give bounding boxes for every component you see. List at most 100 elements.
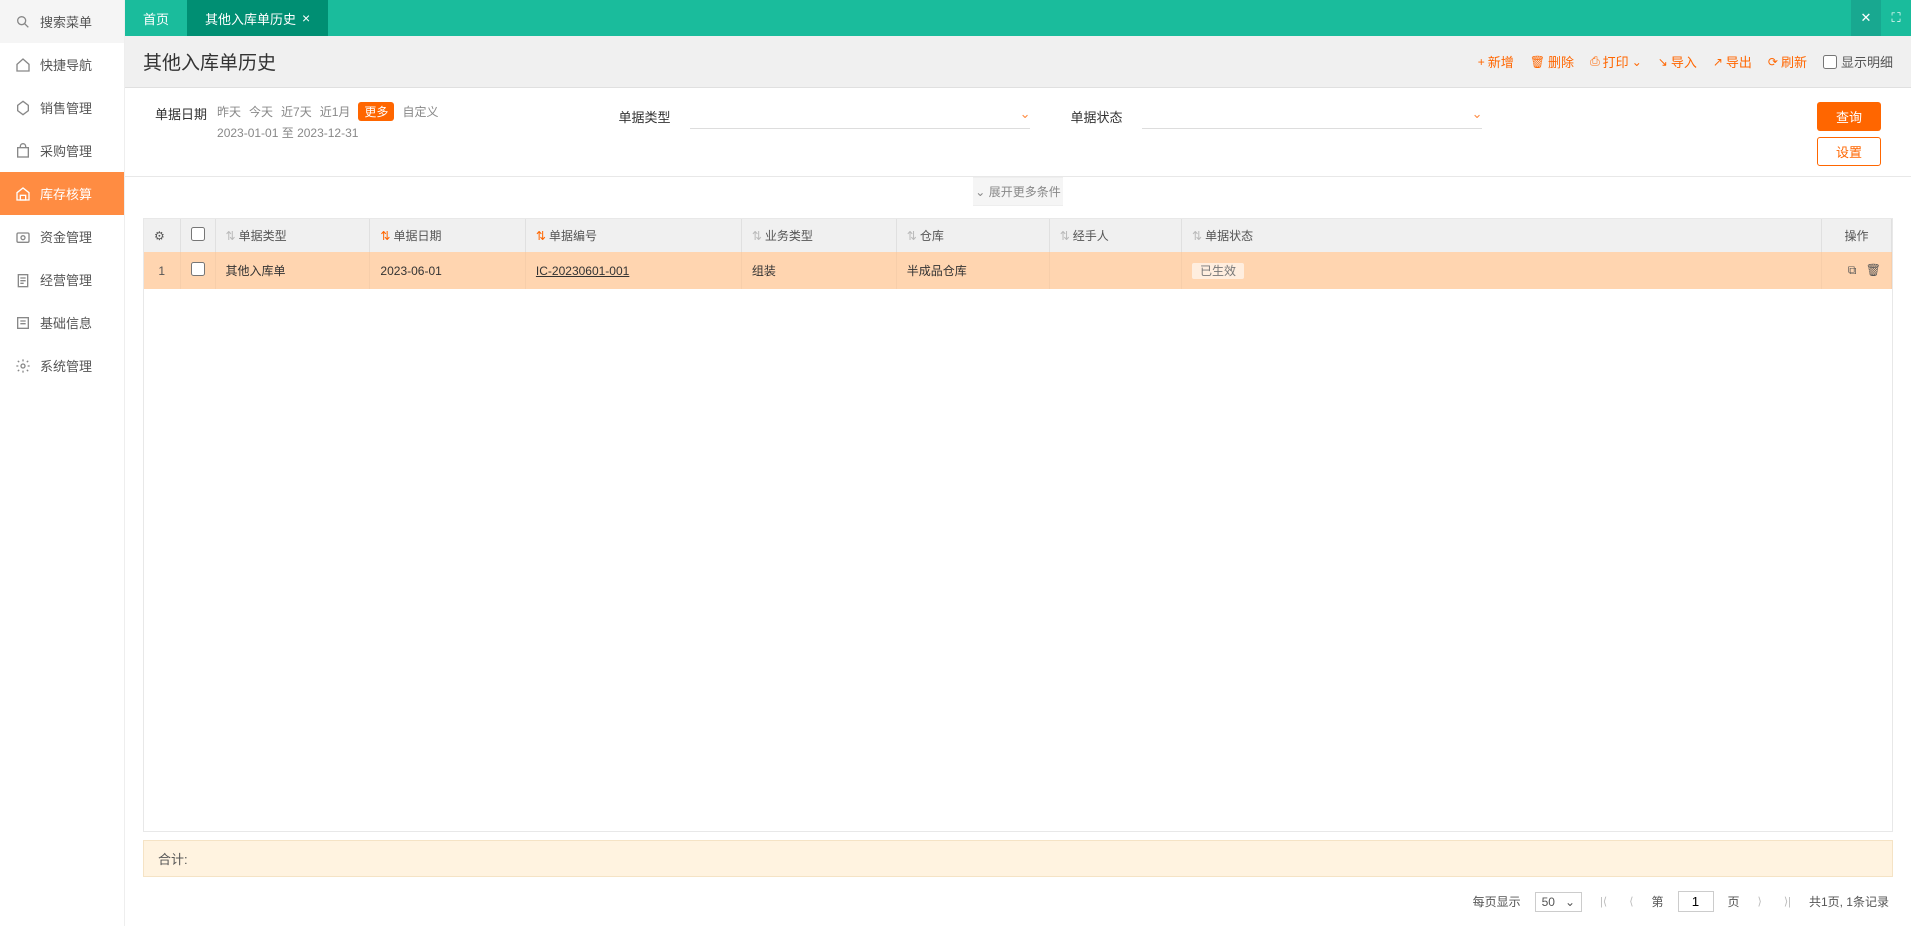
col-doc-no[interactable]: ⇅单据编号 <box>525 219 741 252</box>
home-icon <box>14 56 32 74</box>
chevron-down-icon: ⌄ <box>1020 106 1031 122</box>
page-header: 其他入库单历史 +新增 🗑删除 ⎙打印 ⌄ ↘导入 ↗导出 ⟳刷新 显示明细 <box>125 36 1911 88</box>
sidebar-item-system[interactable]: 系统管理 <box>0 344 124 387</box>
sidebar-item-label: 搜索菜单 <box>40 12 92 31</box>
fullscreen-button[interactable]: ⛶ <box>1881 0 1911 36</box>
bag-icon <box>14 142 32 160</box>
next-page-button[interactable]: ⟩ <box>1754 893 1766 910</box>
date-range-text: 2023-01-01 至 2023-12-31 <box>217 124 438 141</box>
pagination-total: 共1页, 1条记录 <box>1809 893 1889 910</box>
status-badge: 已生效 <box>1192 263 1244 279</box>
query-button[interactable]: 查询 <box>1817 102 1881 131</box>
sidebar-item-label: 销售管理 <box>40 98 92 117</box>
date-last-month[interactable]: 近1月 <box>320 103 351 120</box>
sidebar-item-finance[interactable]: 资金管理 <box>0 215 124 258</box>
sidebar-item-inventory[interactable]: 库存核算 <box>0 172 124 215</box>
date-today[interactable]: 今天 <box>249 103 273 120</box>
col-status[interactable]: ⇅单据状态 <box>1182 219 1822 252</box>
date-last7[interactable]: 近7天 <box>281 103 312 120</box>
sidebar-item-sales[interactable]: 销售管理 <box>0 86 124 129</box>
search-icon <box>14 13 32 31</box>
doc-type-dropdown[interactable]: ⌄ <box>690 102 1030 129</box>
sort-icon: ⇅ <box>752 232 762 240</box>
row-checkbox[interactable] <box>191 262 205 276</box>
col-type[interactable]: ⇅单据类型 <box>215 219 370 252</box>
tab-home[interactable]: 首页 <box>125 0 187 36</box>
close-panel-button[interactable]: ✕ <box>1851 0 1881 36</box>
sidebar-item-basic[interactable]: 基础信息 <box>0 301 124 344</box>
tag-icon <box>14 99 32 117</box>
info-icon <box>14 314 32 332</box>
view-icon[interactable]: ⧉ <box>1848 263 1857 277</box>
sidebar-item-operation[interactable]: 经营管理 <box>0 258 124 301</box>
show-detail-toggle[interactable]: 显示明细 <box>1823 52 1893 71</box>
sidebar-item-label: 资金管理 <box>40 227 92 246</box>
tab-other-inbound-history[interactable]: 其他入库单历史 × <box>187 0 328 36</box>
summary-label: 合计: <box>158 852 188 867</box>
cell-type: 其他入库单 <box>215 252 370 289</box>
page-number-input[interactable] <box>1678 891 1714 912</box>
filter-bar: 单据日期 昨天 今天 近7天 近1月 更多 自定义 2023-01-01 至 2… <box>125 88 1911 177</box>
sidebar-item-label: 系统管理 <box>40 356 92 375</box>
close-icon[interactable]: × <box>302 10 310 26</box>
chevron-down-icon: ⌄ <box>975 185 988 199</box>
date-yesterday[interactable]: 昨天 <box>217 103 241 120</box>
expand-more-conditions[interactable]: ⌄ 展开更多条件 <box>973 177 1063 206</box>
money-icon <box>14 228 32 246</box>
clipboard-icon <box>14 271 32 289</box>
print-button[interactable]: ⎙打印 ⌄ <box>1590 52 1642 71</box>
import-icon: ↘ <box>1658 55 1668 69</box>
col-warehouse[interactable]: ⇅仓库 <box>896 219 1049 252</box>
expand-icon: ⛶ <box>1891 10 1900 26</box>
show-detail-checkbox[interactable] <box>1823 55 1837 69</box>
cell-date: 2023-06-01 <box>370 252 526 289</box>
plus-icon: + <box>1478 55 1485 69</box>
cell-warehouse: 半成品仓库 <box>896 252 1049 289</box>
select-all-header[interactable] <box>180 219 215 252</box>
settings-button[interactable]: 设置 <box>1817 137 1881 166</box>
add-button[interactable]: +新增 <box>1478 52 1514 71</box>
sidebar-item-label: 采购管理 <box>40 141 92 160</box>
filter-status-label: 单据状态 <box>1070 105 1122 126</box>
doc-number-link[interactable]: IC-20230601-001 <box>536 264 629 278</box>
table-row[interactable]: 1 其他入库单 2023-06-01 IC-20230601-001 组装 半成… <box>144 252 1892 289</box>
sidebar-item-search[interactable]: 搜索菜单 <box>0 0 124 43</box>
trash-icon: 🗑 <box>1530 55 1545 69</box>
sort-icon: ⇅ <box>536 232 546 240</box>
table-gear-header[interactable]: ⚙ <box>144 219 180 252</box>
delete-row-icon[interactable]: 🗑 <box>1866 263 1881 277</box>
sidebar-item-quick-nav[interactable]: 快捷导航 <box>0 43 124 86</box>
data-table: ⚙ ⇅单据类型 ⇅单据日期 ⇅单据编号 ⇅业务类型 ⇅仓库 ⇅经手人 ⇅单据状态… <box>144 219 1892 289</box>
tab-label: 首页 <box>143 9 169 28</box>
refresh-button[interactable]: ⟳刷新 <box>1768 52 1807 71</box>
prev-page-button[interactable]: ⟨ <box>1625 893 1637 910</box>
doc-status-dropdown[interactable]: ⌄ <box>1142 102 1482 129</box>
import-button[interactable]: ↘导入 <box>1658 52 1697 71</box>
date-more[interactable]: 更多 <box>358 102 394 121</box>
date-custom[interactable]: 自定义 <box>402 103 438 120</box>
header-actions: +新增 🗑删除 ⎙打印 ⌄ ↘导入 ↗导出 ⟳刷新 显示明细 <box>1478 52 1893 71</box>
delete-button[interactable]: 🗑删除 <box>1530 52 1574 71</box>
chevron-down-icon: ⌄ <box>1472 106 1483 122</box>
sort-icon: ⇅ <box>380 232 390 240</box>
sort-icon: ⇅ <box>1060 232 1070 240</box>
cell-handler <box>1049 252 1181 289</box>
select-all-checkbox[interactable] <box>191 227 205 241</box>
sidebar-item-label: 库存核算 <box>40 184 92 203</box>
col-date[interactable]: ⇅单据日期 <box>370 219 526 252</box>
export-icon: ↗ <box>1713 55 1723 69</box>
sidebar-item-label: 经营管理 <box>40 270 92 289</box>
col-biz-type[interactable]: ⇅业务类型 <box>741 219 896 252</box>
last-page-button[interactable]: ⟩| <box>1780 893 1795 910</box>
per-page-select[interactable]: 50 ⌄ <box>1535 892 1582 912</box>
refresh-icon: ⟳ <box>1768 55 1778 69</box>
page-title: 其他入库单历史 <box>143 48 276 75</box>
export-button[interactable]: ↗导出 <box>1713 52 1752 71</box>
tabs-bar: 首页 其他入库单历史 × ✕ ⛶ <box>125 0 1911 36</box>
row-index: 1 <box>144 252 180 289</box>
col-handler[interactable]: ⇅经手人 <box>1049 219 1181 252</box>
page-prefix: 第 <box>1651 893 1663 910</box>
tab-label: 其他入库单历史 <box>205 9 296 28</box>
sidebar-item-purchase[interactable]: 采购管理 <box>0 129 124 172</box>
first-page-button[interactable]: |⟨ <box>1596 893 1611 910</box>
